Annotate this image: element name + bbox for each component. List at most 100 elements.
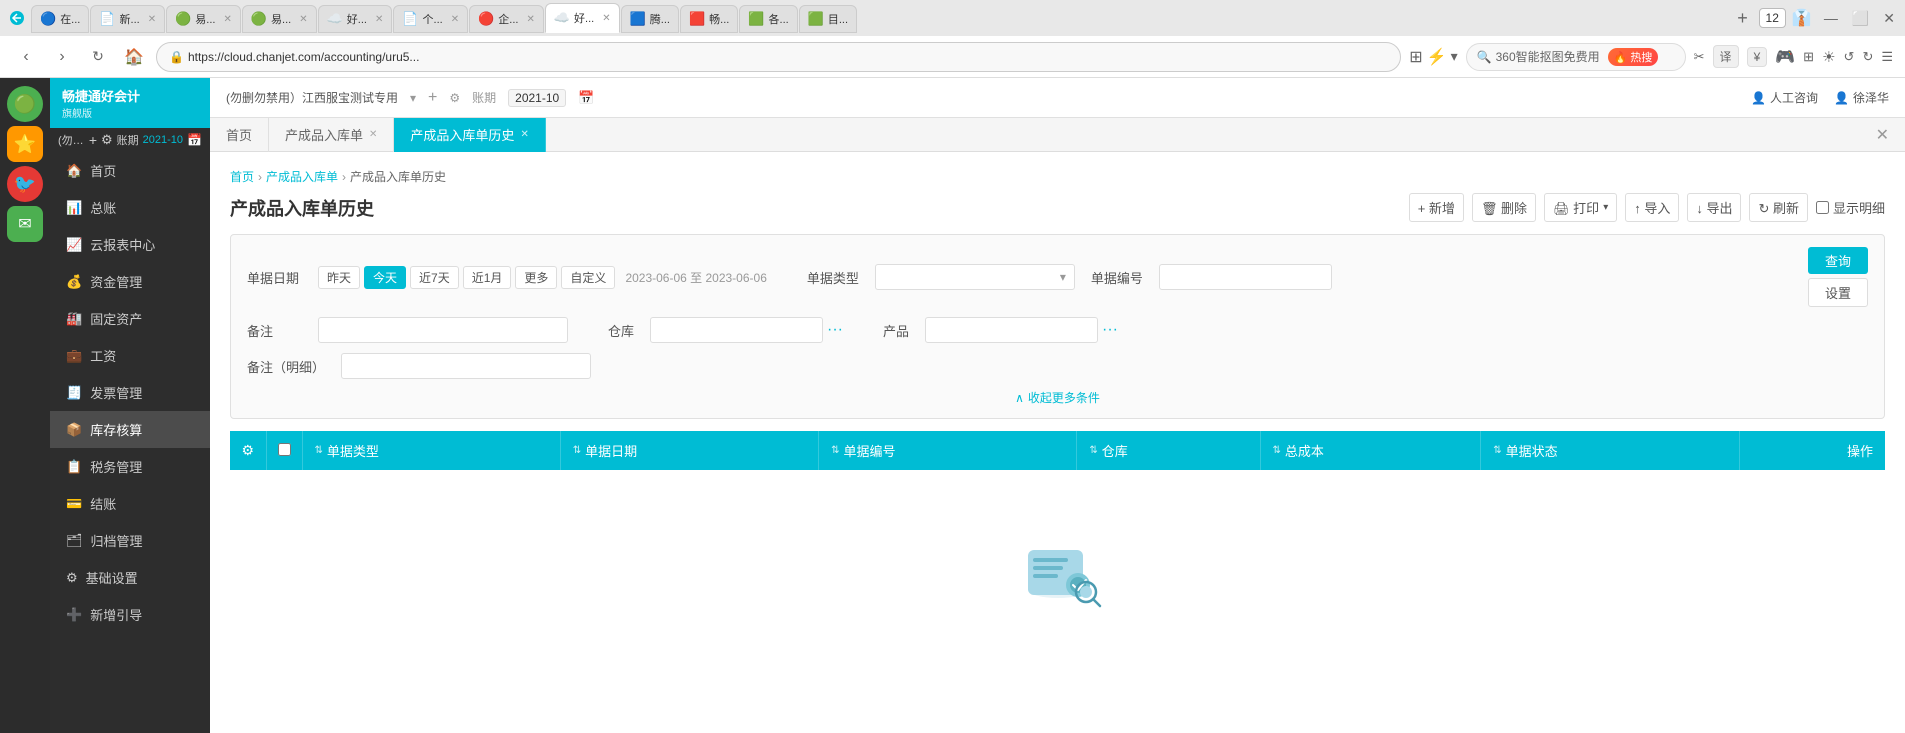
breadcrumb-home[interactable]: 首页: [230, 168, 254, 185]
product-more-icon[interactable]: ···: [1102, 321, 1118, 339]
scissors-icon[interactable]: ✂: [1694, 49, 1705, 65]
nav-item-reports[interactable]: 📈 云报表中心: [50, 226, 210, 263]
undo-icon[interactable]: ↺: [1844, 49, 1855, 65]
delete-button[interactable]: 🗑 删除: [1472, 193, 1536, 222]
redo-icon[interactable]: ↻: [1862, 49, 1873, 65]
url-bar[interactable]: 🔒 https://cloud.chanjet.com/accounting/u…: [156, 42, 1401, 72]
app-mail-icon[interactable]: ✉: [7, 206, 43, 242]
theme-icon[interactable]: ☀: [1822, 48, 1835, 66]
menu-icon[interactable]: ☰: [1881, 49, 1893, 65]
print-button[interactable]: 🖨 打印 ▾: [1544, 193, 1617, 222]
page-tab-list[interactable]: 产成品入库单 ✕: [269, 118, 394, 152]
show-detail-checkbox[interactable]: [1816, 201, 1829, 214]
tab-12[interactable]: 🟩 目...: [799, 5, 857, 33]
customer-service-btn[interactable]: 👤 人工咨询: [1751, 89, 1818, 106]
nav-item-salary[interactable]: 💼 工资: [50, 337, 210, 374]
calendar-icon[interactable]: 📅: [187, 133, 202, 147]
tab-8[interactable]: ☁️ 好... ✕: [545, 3, 620, 33]
tab-2[interactable]: 📄 新... ✕: [90, 5, 165, 33]
print-dropdown-icon[interactable]: ▾: [1603, 202, 1608, 213]
import-button[interactable]: ↑ 导入: [1625, 193, 1679, 222]
settings-icon[interactable]: ⚙: [101, 132, 113, 148]
tab-6[interactable]: 📄 个... ✕: [393, 5, 468, 33]
nav-item-general[interactable]: 📊 总账: [50, 189, 210, 226]
refresh-button[interactable]: ↻ 刷新: [1749, 193, 1808, 222]
date-1month-btn[interactable]: 近1月: [463, 266, 512, 289]
col-doc-type[interactable]: ⇅ 单据类型: [302, 431, 560, 470]
tab-back[interactable]: [4, 5, 30, 31]
date-today-btn[interactable]: 今天: [364, 266, 406, 289]
forward-button[interactable]: ›: [48, 43, 76, 71]
tab-count-badge[interactable]: 12: [1759, 8, 1786, 28]
nav-item-fixed[interactable]: 🏭 固定资产: [50, 300, 210, 337]
grid-icon[interactable]: ⊞: [1409, 47, 1422, 67]
col-warehouse[interactable]: ⇅ 仓库: [1077, 431, 1260, 470]
tab-3-close[interactable]: ✕: [223, 14, 231, 25]
warehouse-more-icon[interactable]: ···: [827, 321, 843, 339]
tab-7[interactable]: 🔴 企... ✕: [469, 5, 544, 33]
col-checkbox[interactable]: [266, 431, 302, 470]
company-dropdown-icon[interactable]: ▾: [410, 91, 416, 105]
doc-type-select[interactable]: ▾: [875, 264, 1075, 290]
nav-item-invoice[interactable]: 🧾 发票管理: [50, 374, 210, 411]
note-detail-input[interactable]: [341, 353, 591, 379]
page-tab-close-btn[interactable]: ✕: [1876, 125, 1889, 145]
date-7days-btn[interactable]: 近7天: [410, 266, 459, 289]
tab-8-close[interactable]: ✕: [602, 13, 610, 24]
col-doc-status[interactable]: ⇅ 单据状态: [1481, 431, 1739, 470]
date-custom-btn[interactable]: 自定义: [561, 266, 615, 289]
app-star-icon[interactable]: ⭐: [7, 126, 43, 162]
settings-filter-button[interactable]: 设置: [1808, 278, 1868, 307]
col-gear[interactable]: ⚙: [230, 431, 266, 470]
tab-10[interactable]: 🟥 畅...: [680, 5, 738, 33]
back-button[interactable]: ‹: [12, 43, 40, 71]
yuan-icon[interactable]: ¥: [1747, 47, 1768, 67]
gear-header-icon[interactable]: ⚙: [241, 442, 254, 458]
col-doc-date[interactable]: ⇅ 单据日期: [560, 431, 818, 470]
tab-5-close[interactable]: ✕: [375, 14, 383, 25]
date-more-btn[interactable]: 更多: [515, 266, 557, 289]
nav-item-funds[interactable]: 💰 资金管理: [50, 263, 210, 300]
tab-3[interactable]: 🟢 易... ✕: [166, 5, 241, 33]
select-all-checkbox[interactable]: [278, 443, 291, 456]
add-company-icon[interactable]: +: [428, 89, 437, 107]
new-tab-button[interactable]: +: [1729, 4, 1757, 32]
app-weibo-icon[interactable]: 🐦: [7, 166, 43, 202]
nav-item-home[interactable]: 🏠 首页: [50, 152, 210, 189]
collapse-btn[interactable]: ∧ 收起更多条件: [247, 389, 1868, 406]
nav-item-newmore[interactable]: ➕ 新增引导: [50, 596, 210, 633]
translate-icon[interactable]: 译: [1713, 45, 1739, 68]
grid2-icon[interactable]: ⊞: [1803, 49, 1814, 65]
bolt-icon[interactable]: ⚡: [1427, 47, 1447, 67]
date-yesterday-btn[interactable]: 昨天: [318, 266, 360, 289]
new-button[interactable]: + 新增: [1409, 193, 1464, 222]
minimize-button[interactable]: —: [1818, 8, 1844, 28]
col-doc-no[interactable]: ⇅ 单据编号: [819, 431, 1077, 470]
restore-button[interactable]: ⬜: [1846, 8, 1875, 29]
plus-icon[interactable]: +: [89, 132, 97, 148]
export-button[interactable]: ↓ 导出: [1687, 193, 1741, 222]
tab-4[interactable]: 🟢 易... ✕: [242, 5, 317, 33]
period-calendar-icon[interactable]: 📅: [578, 90, 594, 106]
nav-item-inventory[interactable]: 📦 库存核算: [50, 411, 210, 448]
company-settings-icon[interactable]: ⚙: [449, 91, 460, 105]
app-360-icon[interactable]: 🟢: [7, 86, 43, 122]
tab-9[interactable]: 🟦 腾...: [621, 5, 679, 33]
refresh-nav-button[interactable]: ↻: [84, 43, 112, 71]
nav-item-archive[interactable]: 🗂 归档管理: [50, 522, 210, 559]
col-total-cost[interactable]: ⇅ 总成本: [1260, 431, 1481, 470]
browser-search-bar[interactable]: 🔍 360智能抠图免费用 🔥 热搜: [1466, 43, 1686, 71]
page-tab-history[interactable]: 产成品入库单历史 ✕: [394, 118, 545, 152]
close-button[interactable]: ✕: [1877, 8, 1901, 29]
home-nav-button[interactable]: 🏠: [120, 43, 148, 71]
tab-list-close-icon[interactable]: ✕: [369, 129, 377, 140]
tab-2-close[interactable]: ✕: [148, 14, 156, 25]
doc-no-input[interactable]: [1159, 264, 1332, 290]
page-tab-home[interactable]: 首页: [210, 118, 269, 152]
nav-item-checkout[interactable]: 💳 结账: [50, 485, 210, 522]
tab-6-close[interactable]: ✕: [451, 14, 459, 25]
query-button[interactable]: 查询: [1808, 247, 1868, 274]
tab-5[interactable]: ☁️ 好... ✕: [318, 5, 393, 33]
tab-4-close[interactable]: ✕: [299, 14, 307, 25]
product-input[interactable]: [925, 317, 1098, 343]
